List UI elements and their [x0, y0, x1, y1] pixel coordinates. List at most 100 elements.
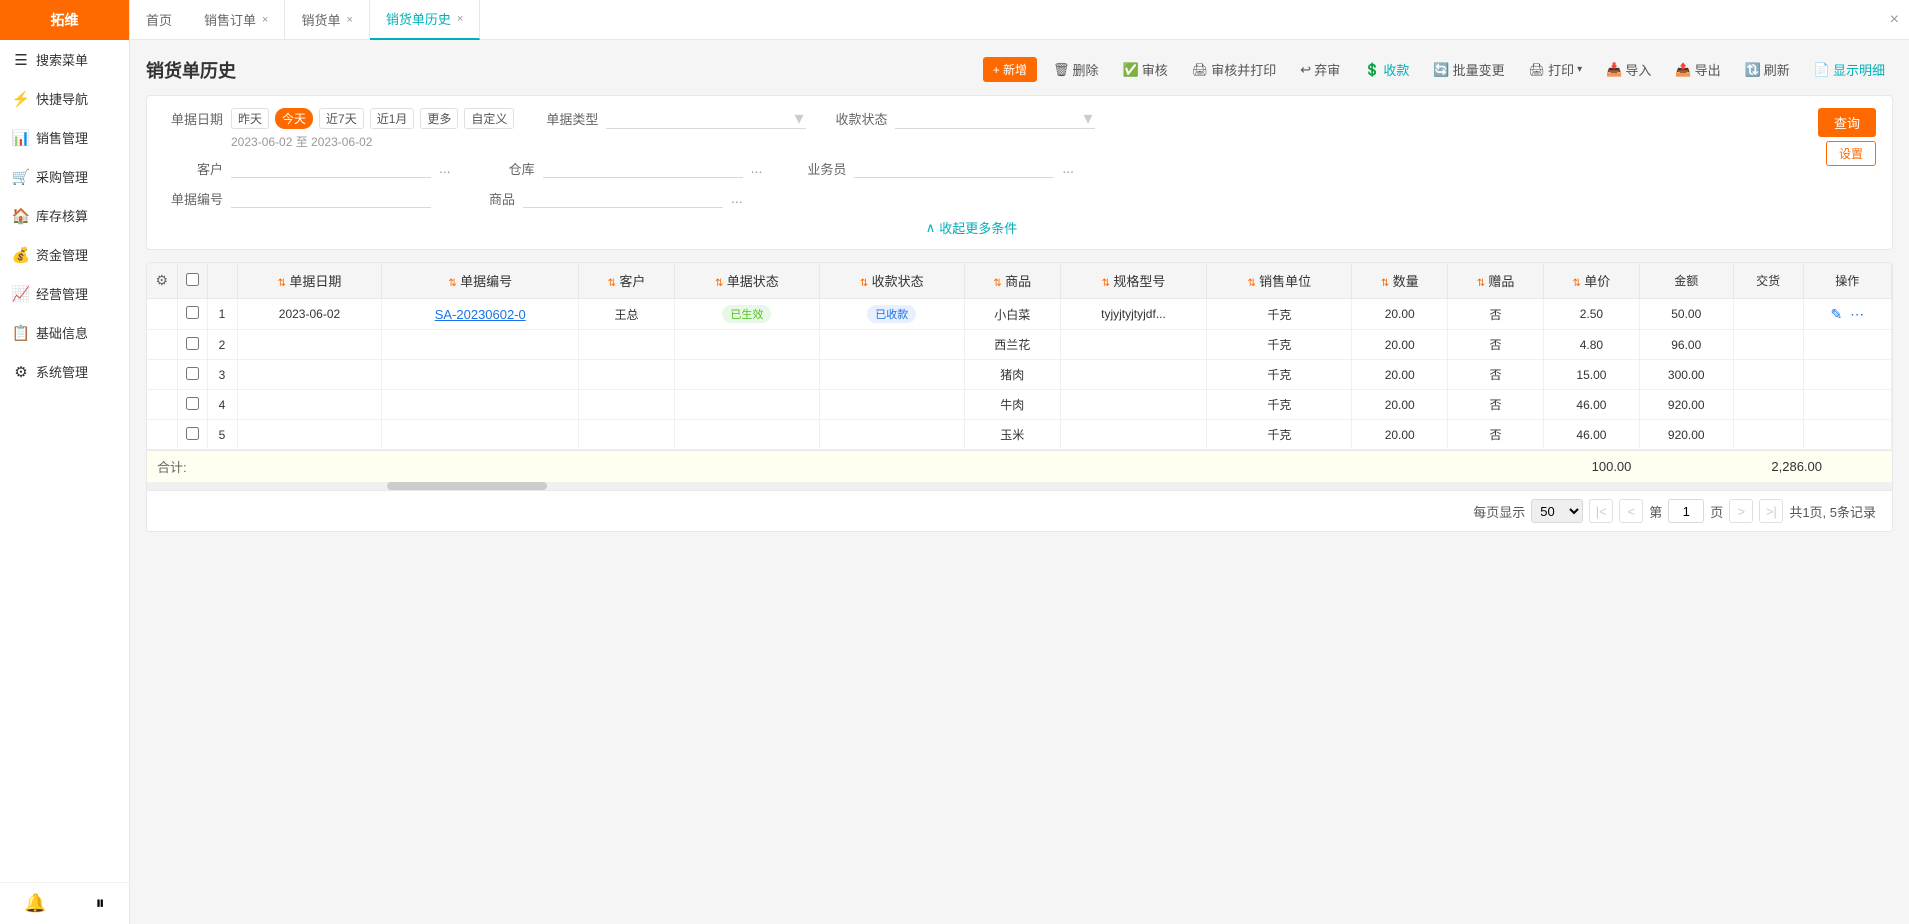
page-number-input[interactable]: [1668, 499, 1704, 523]
date-btn-7days[interactable]: 近7天: [319, 108, 364, 129]
th-gift[interactable]: ⇅ 赠品: [1448, 263, 1544, 299]
filter-collect-status: 收款状态 ▾: [827, 108, 1092, 129]
first-page-button[interactable]: |<: [1589, 499, 1613, 523]
date-btn-custom[interactable]: 自定义: [464, 108, 514, 129]
abandon-button[interactable]: ↩ 弃审: [1292, 56, 1348, 83]
td-doc-no[interactable]: [382, 360, 579, 390]
window-close-button[interactable]: ×: [1890, 11, 1899, 29]
batch-change-button[interactable]: 🔄 批量变更: [1425, 56, 1512, 83]
delete-button[interactable]: 🗑 删除: [1045, 56, 1107, 83]
td-checkbox[interactable]: [177, 360, 207, 390]
sidebar-item-purchase-mgmt[interactable]: 🛒 采购管理: [0, 157, 129, 196]
tab-close-sales-order[interactable]: ×: [262, 14, 268, 26]
td-customer: [579, 330, 675, 360]
date-btn-1month[interactable]: 近1月: [370, 108, 415, 129]
tab-home[interactable]: 首页: [130, 0, 188, 40]
td-doc-no[interactable]: [382, 330, 579, 360]
row-checkbox[interactable]: [186, 397, 199, 410]
print-button[interactable]: 🖨 打印 ▾: [1521, 56, 1591, 83]
doc-no-input[interactable]: [231, 188, 431, 208]
row-checkbox[interactable]: [186, 427, 199, 440]
td-doc-no[interactable]: [382, 420, 579, 450]
sidebar-item-operations-mgmt[interactable]: 📈 经营管理: [0, 274, 129, 313]
th-settings[interactable]: ⚙: [147, 263, 177, 299]
td-doc-no[interactable]: [382, 390, 579, 420]
collapse-button[interactable]: ∧ 收起更多条件: [163, 218, 1780, 237]
collect-icon: 💲: [1364, 62, 1380, 78]
th-goods[interactable]: ⇅ 商品: [964, 263, 1060, 299]
th-checkbox[interactable]: [177, 263, 207, 299]
td-doc-no[interactable]: SA-20230602-0: [382, 299, 579, 330]
refresh-button[interactable]: 🔃 刷新: [1737, 56, 1798, 83]
sidebar-item-finance-mgmt[interactable]: 💰 资金管理: [0, 235, 129, 274]
customer-input[interactable]: [231, 158, 431, 178]
td-checkbox[interactable]: [177, 299, 207, 330]
per-page-select[interactable]: 50 100 200: [1531, 499, 1583, 523]
th-doc-no[interactable]: ⇅ 单据编号: [382, 263, 579, 299]
sidebar-item-basic-info[interactable]: 📋 基础信息: [0, 313, 129, 352]
more-icon[interactable]: ⋯: [1850, 306, 1864, 323]
notification-icon[interactable]: 🔔: [24, 893, 46, 914]
sidebar-item-sales-mgmt[interactable]: 📊 销售管理: [0, 118, 129, 157]
audit-print-button[interactable]: 🖨 审核并打印: [1184, 56, 1285, 83]
warehouse-input[interactable]: [543, 158, 743, 178]
tab-sales-history[interactable]: 销货单历史 ×: [370, 0, 480, 40]
th-collect-status[interactable]: ⇅ 收款状态: [819, 263, 964, 299]
td-amount: 920.00: [1639, 420, 1733, 450]
th-unit-price[interactable]: ⇅ 单价: [1543, 263, 1639, 299]
edit-icon[interactable]: ✎: [1830, 306, 1842, 323]
td-checkbox[interactable]: [177, 390, 207, 420]
sidebar-item-system-mgmt[interactable]: ⚙ 系统管理: [0, 352, 129, 391]
sidebar-item-search-menu[interactable]: ☰ 搜索菜单: [0, 40, 129, 79]
th-doc-date[interactable]: ⇅ 单据日期: [237, 263, 382, 299]
td-customer: [579, 360, 675, 390]
th-sales-unit[interactable]: ⇅ 销售单位: [1207, 263, 1352, 299]
query-button[interactable]: 查询: [1818, 108, 1876, 137]
table-settings-gear-icon[interactable]: ⚙: [155, 272, 168, 288]
next-page-button[interactable]: >: [1729, 499, 1753, 523]
th-customer[interactable]: ⇅ 客户: [579, 263, 675, 299]
date-btn-yesterday[interactable]: 昨天: [231, 108, 269, 129]
collect-button[interactable]: 💲 收款: [1356, 56, 1417, 83]
doc-no-link[interactable]: SA-20230602-0: [435, 307, 526, 322]
last-page-button[interactable]: >|: [1759, 499, 1783, 523]
th-spec-type[interactable]: ⇅ 规格型号: [1060, 263, 1207, 299]
tab-close-sales-goods[interactable]: ×: [346, 14, 352, 26]
doc-type-input[interactable]: [606, 109, 806, 129]
filter-warehouse: 仓库 ...: [475, 158, 763, 178]
tab-sales-order[interactable]: 销售订单 ×: [188, 0, 285, 40]
date-btn-more[interactable]: 更多: [420, 108, 458, 129]
table-footer: 合计: 100.00 2,286.00: [147, 450, 1892, 482]
pause-icon[interactable]: ⏸: [96, 893, 105, 914]
tab-sales-goods[interactable]: 销货单 ×: [285, 0, 369, 40]
settings-button[interactable]: 设置: [1826, 141, 1876, 166]
goods-ellipsis[interactable]: ...: [731, 190, 743, 206]
th-quantity[interactable]: ⇅ 数量: [1352, 263, 1448, 299]
salesperson-input[interactable]: [854, 158, 1054, 178]
select-all-checkbox[interactable]: [186, 273, 199, 286]
row-checkbox[interactable]: [186, 367, 199, 380]
date-filter-buttons: 昨天 今天 近7天 近1月 更多 自定义: [231, 108, 514, 129]
sidebar-item-inventory[interactable]: 🏠 库存核算: [0, 196, 129, 235]
salesperson-ellipsis[interactable]: ...: [1062, 160, 1074, 176]
date-btn-today[interactable]: 今天: [275, 108, 313, 129]
row-checkbox[interactable]: [186, 337, 199, 350]
row-checkbox[interactable]: [186, 306, 199, 319]
scrollbar-thumb[interactable]: [387, 482, 547, 490]
th-doc-status[interactable]: ⇅ 单据状态: [674, 263, 819, 299]
td-checkbox[interactable]: [177, 420, 207, 450]
audit-button[interactable]: ✅ 审核: [1115, 56, 1176, 83]
export-button[interactable]: 📤 导出: [1667, 56, 1728, 83]
new-button[interactable]: + 新增: [983, 57, 1037, 82]
prev-page-button[interactable]: <: [1619, 499, 1643, 523]
tab-close-sales-history[interactable]: ×: [457, 13, 463, 25]
customer-ellipsis[interactable]: ...: [439, 160, 451, 176]
collect-status-input[interactable]: [895, 109, 1095, 129]
show-detail-button[interactable]: 📄 显示明细: [1806, 56, 1893, 83]
import-button[interactable]: 📥 导入: [1598, 56, 1659, 83]
warehouse-ellipsis[interactable]: ...: [751, 160, 763, 176]
horizontal-scrollbar[interactable]: [147, 482, 1892, 490]
sidebar-item-quick-nav[interactable]: ⚡ 快捷导航: [0, 79, 129, 118]
td-checkbox[interactable]: [177, 330, 207, 360]
goods-input[interactable]: [523, 188, 723, 208]
